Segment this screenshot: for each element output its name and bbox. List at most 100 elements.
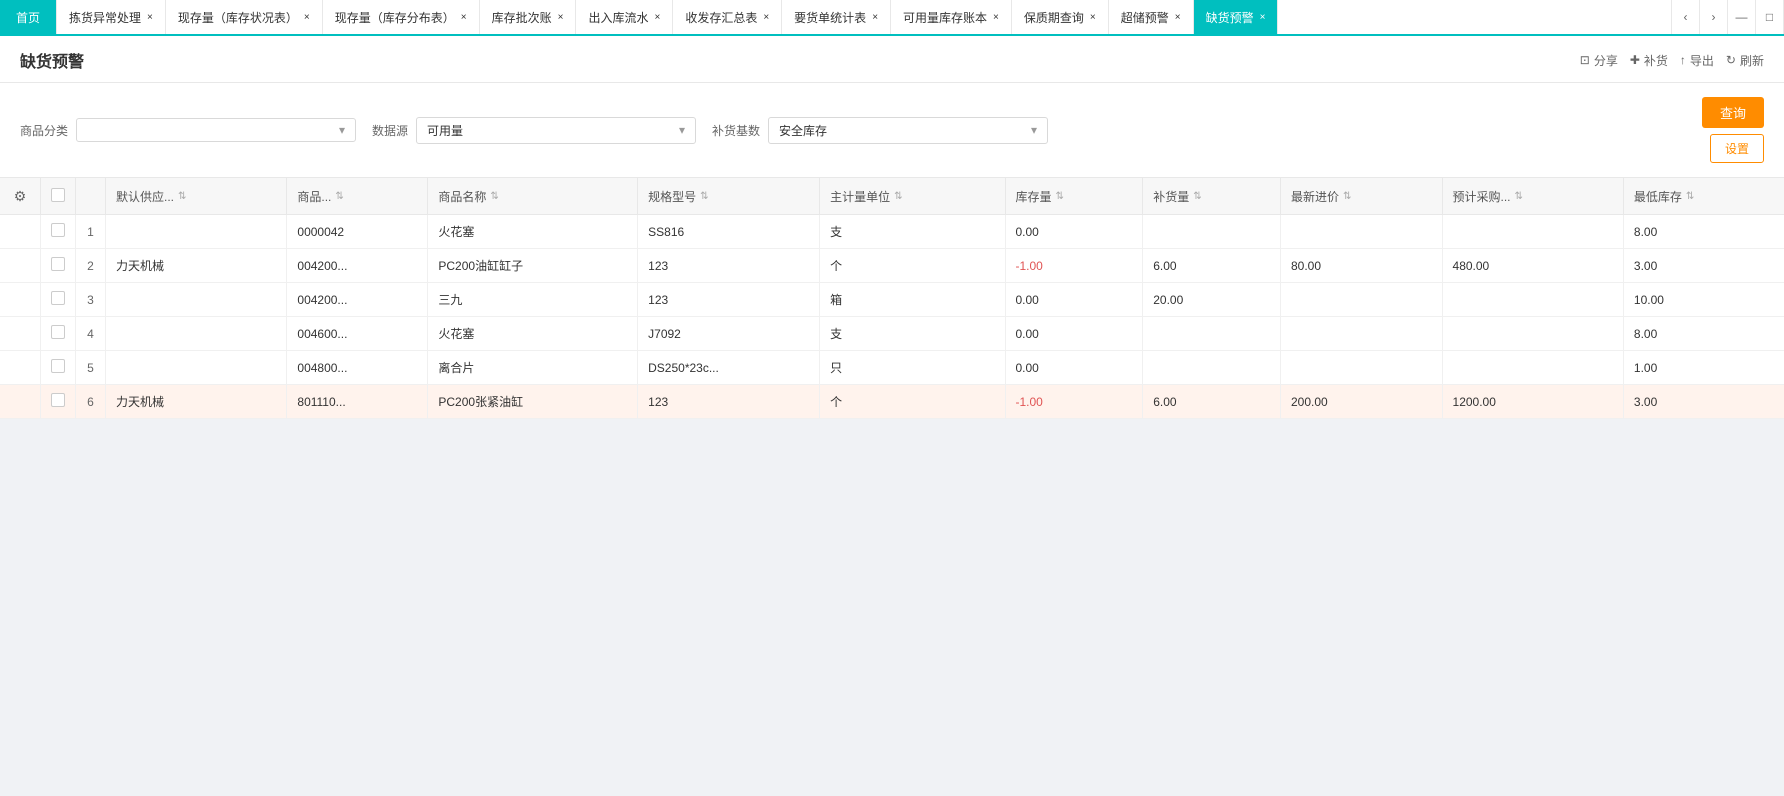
tab-close-stock-dist[interactable]: × xyxy=(461,12,467,23)
tab-close-available[interactable]: × xyxy=(993,12,999,23)
tab-label: 现存量（库存状况表） xyxy=(178,9,298,26)
row-latest-price: 80.00 xyxy=(1280,249,1442,283)
th-sort-unit[interactable]: 主计量单位 ⇅ xyxy=(830,188,994,205)
row-no: 1 xyxy=(76,215,106,249)
row-product-code: 004200... xyxy=(287,249,428,283)
row-min-stock: 8.00 xyxy=(1623,317,1784,351)
replenish-button[interactable]: ✚ 补货 xyxy=(1630,52,1668,69)
tab-scroll-left[interactable]: ‹ xyxy=(1672,0,1700,34)
tab-available[interactable]: 可用量库存账本 × xyxy=(891,0,1012,34)
tab-close-collect[interactable]: × xyxy=(763,12,769,23)
tab-label: 超储预警 xyxy=(1121,9,1169,26)
row-no: 5 xyxy=(76,351,106,385)
tab-exception[interactable]: 拣货异常处理× xyxy=(57,0,166,34)
tab-window-min[interactable]: — xyxy=(1728,0,1756,34)
th-sort-replenish-qty[interactable]: 补货量 ⇅ xyxy=(1153,188,1270,205)
tab-inout[interactable]: 出入库流水× xyxy=(576,0,673,34)
th-replenish-qty-label: 补货量 xyxy=(1153,188,1189,205)
tab-home[interactable]: 首页 xyxy=(0,0,57,34)
tab-close-inout[interactable]: × xyxy=(654,12,660,23)
th-no xyxy=(76,178,106,215)
tab-nav-buttons: ‹ › — □ xyxy=(1671,0,1784,34)
row-product-code: 801110... xyxy=(287,385,428,419)
datasource-select[interactable]: 可用量 ▾ xyxy=(416,117,696,144)
row-spec: 123 xyxy=(638,385,820,419)
row-checkbox-cell xyxy=(41,249,76,283)
row-checkbox[interactable] xyxy=(51,223,65,237)
row-replenish-qty xyxy=(1143,317,1281,351)
sort-icon-unit: ⇅ xyxy=(894,191,902,202)
row-min-stock: 3.00 xyxy=(1623,249,1784,283)
row-unit: 只 xyxy=(820,351,1005,385)
row-checkbox-cell xyxy=(41,385,76,419)
row-spec: SS816 xyxy=(638,215,820,249)
query-button[interactable]: 查询 xyxy=(1702,97,1764,128)
th-sort-min-stock[interactable]: 最低库存 ⇅ xyxy=(1634,188,1774,205)
th-sort-default-supplier[interactable]: 默认供应... ⇅ xyxy=(116,188,276,205)
tab-overstock[interactable]: 超储预警 × xyxy=(1109,0,1194,34)
tab-label: 收发存汇总表 xyxy=(685,9,757,26)
tab-close-shortage[interactable]: × xyxy=(1260,12,1266,23)
th-sort-latest-price[interactable]: 最新进价 ⇅ xyxy=(1291,188,1432,205)
th-checkbox xyxy=(41,178,76,215)
row-unit: 支 xyxy=(820,317,1005,351)
select-all-checkbox[interactable] xyxy=(51,188,65,202)
row-product-code: 004600... xyxy=(287,317,428,351)
th-product-code-label: 商品... xyxy=(297,188,331,205)
export-button[interactable]: ↑ 导出 xyxy=(1680,52,1714,69)
data-table: ⚙ 默认供应... ⇅ 商品... ⇅ xyxy=(0,178,1784,419)
tab-close-batch[interactable]: × xyxy=(558,12,564,23)
share-button[interactable]: ⊡ 分享 xyxy=(1580,52,1618,69)
tab-close-requisition[interactable]: × xyxy=(872,12,878,23)
settings-button[interactable]: 设置 xyxy=(1710,134,1764,163)
row-unit: 个 xyxy=(820,249,1005,283)
th-sort-spec[interactable]: 规格型号 ⇅ xyxy=(648,188,809,205)
column-settings-icon[interactable]: ⚙ xyxy=(10,186,30,206)
th-sort-product-name[interactable]: 商品名称 ⇅ xyxy=(438,188,627,205)
row-latest-price xyxy=(1280,215,1442,249)
page-header: 缺货预警 ⊡ 分享 ✚ 补货 ↑ 导出 ↻ 刷新 xyxy=(0,36,1784,83)
export-icon: ↑ xyxy=(1680,53,1686,67)
row-replenish-qty: 20.00 xyxy=(1143,283,1281,317)
row-checkbox[interactable] xyxy=(51,257,65,271)
th-sort-product-code[interactable]: 商品... ⇅ xyxy=(297,188,417,205)
row-checkbox[interactable] xyxy=(51,393,65,407)
replenish-select[interactable]: 安全库存 ▾ xyxy=(768,117,1048,144)
th-default-supplier-label: 默认供应... xyxy=(116,188,174,205)
tab-collect[interactable]: 收发存汇总表 × xyxy=(673,0,782,34)
sort-icon-default-supplier: ⇅ xyxy=(178,191,186,202)
tab-stock-status[interactable]: 现存量（库存状况表） × xyxy=(166,0,323,34)
tab-close-expiry[interactable]: × xyxy=(1090,12,1096,23)
row-checkbox-cell xyxy=(41,215,76,249)
row-settings xyxy=(0,317,41,351)
th-product-name: 商品名称 ⇅ xyxy=(428,178,638,215)
th-sort-est-purchase[interactable]: 预计采购... ⇅ xyxy=(1453,188,1613,205)
tab-bar: 首页 拣货异常处理×现存量（库存状况表）×现存量（库存分布表）×库存批次账×出入… xyxy=(0,0,1784,36)
tab-window-max[interactable]: □ xyxy=(1756,0,1784,34)
tab-label: 现存量（库存分布表） xyxy=(335,9,455,26)
row-stock: 0.00 xyxy=(1005,215,1143,249)
table-row: 5 004800... 离合片 DS250*23c... 只 0.00 1.00 xyxy=(0,351,1784,385)
tab-close-overstock[interactable]: × xyxy=(1175,12,1181,23)
tab-expiry[interactable]: 保质期查询× xyxy=(1012,0,1109,34)
row-product-code: 004800... xyxy=(287,351,428,385)
refresh-button[interactable]: ↻ 刷新 xyxy=(1726,52,1764,69)
th-stock: 库存量 ⇅ xyxy=(1005,178,1143,215)
tab-stock-dist[interactable]: 现存量（库存分布表） × xyxy=(323,0,480,34)
tab-shortage[interactable]: 缺货预警× xyxy=(1194,0,1279,34)
tab-requisition[interactable]: 要货单统计表× xyxy=(782,0,891,34)
row-checkbox[interactable] xyxy=(51,291,65,305)
tab-label: 可用量库存账本 xyxy=(903,9,987,26)
sort-icon-product-code: ⇅ xyxy=(335,191,343,202)
tab-close-exception[interactable]: × xyxy=(147,12,153,23)
row-checkbox[interactable] xyxy=(51,325,65,339)
row-spec: 123 xyxy=(638,283,820,317)
tab-close-stock-status[interactable]: × xyxy=(304,12,310,23)
row-checkbox[interactable] xyxy=(51,359,65,373)
tab-batch[interactable]: 库存批次账× xyxy=(480,0,577,34)
datasource-dropdown-icon: ▾ xyxy=(679,123,685,137)
tab-scroll-right[interactable]: › xyxy=(1700,0,1728,34)
th-sort-stock[interactable]: 库存量 ⇅ xyxy=(1016,188,1133,205)
row-spec: 123 xyxy=(638,249,820,283)
category-select[interactable]: ▾ xyxy=(76,118,356,142)
